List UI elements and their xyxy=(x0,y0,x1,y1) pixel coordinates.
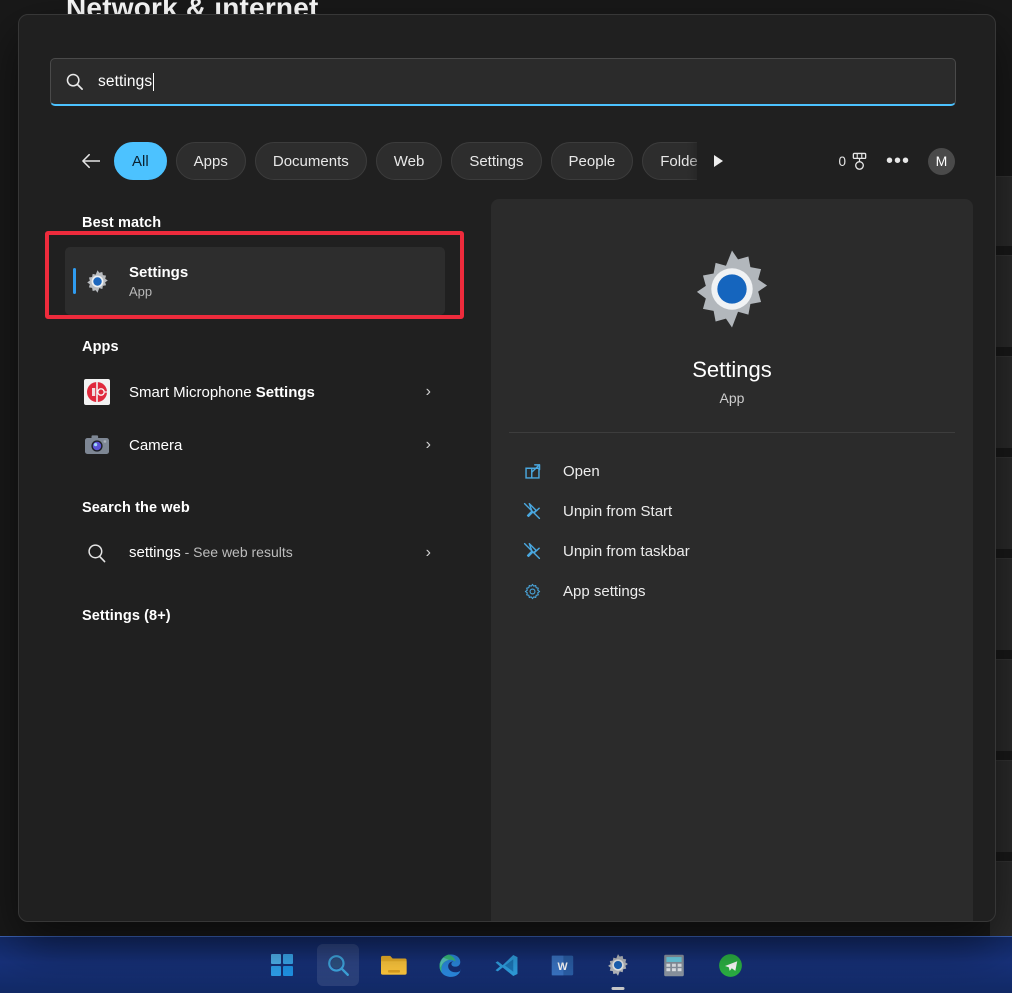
search-input[interactable]: settings xyxy=(98,73,152,91)
preview-action-open[interactable]: Open xyxy=(517,451,973,491)
chevron-right-icon[interactable]: › xyxy=(426,436,431,454)
preview-action-label: App settings xyxy=(563,582,646,600)
preview-action-unpin-from-taskbar[interactable]: Unpin from taskbar xyxy=(517,531,973,571)
chip-web[interactable]: Web xyxy=(375,142,443,180)
gear-icon xyxy=(517,582,547,601)
unpin-icon xyxy=(517,501,547,521)
result-title: Camera xyxy=(129,436,183,454)
taskbar-start-button[interactable] xyxy=(261,944,303,986)
web-search-text: settings - See web results xyxy=(129,544,426,562)
preview-action-label: Unpin from Start xyxy=(563,502,673,520)
preview-action-app-settings[interactable]: App settings xyxy=(517,571,973,611)
chip-documents[interactable]: Documents xyxy=(254,142,367,180)
windows-logo-icon xyxy=(271,954,293,976)
preview-action-unpin-from-start[interactable]: Unpin from Start xyxy=(517,491,973,531)
result-title-container: Smart Microphone Settings xyxy=(129,383,426,402)
section-header-best-match: Best match xyxy=(82,215,162,231)
smart-microphone-icon xyxy=(82,379,112,405)
preview-divider xyxy=(509,432,955,433)
best-match-title: Settings xyxy=(129,263,189,281)
preview-action-label: Unpin from taskbar xyxy=(563,542,690,560)
selection-indicator xyxy=(73,268,76,294)
rewards-button[interactable]: 0 xyxy=(838,152,868,171)
camera-icon xyxy=(82,433,112,457)
chip-apps[interactable]: Apps xyxy=(175,142,246,180)
taskbar-vscode-button[interactable] xyxy=(485,944,527,986)
settings-gear-icon xyxy=(82,268,112,295)
search-input-container[interactable]: settings xyxy=(50,58,956,106)
vscode-icon xyxy=(495,954,517,976)
search-flyout-panel: settings All Apps Documents Web Settings… xyxy=(18,14,996,922)
search-icon xyxy=(328,955,349,976)
back-arrow-icon[interactable] xyxy=(77,147,105,175)
search-filter-chips: All Apps Documents Web Settings People F… xyxy=(77,141,697,181)
result-title-prefix: Smart Microphone xyxy=(129,383,256,401)
chip-all[interactable]: All xyxy=(114,142,167,180)
taskbar-active-indicator xyxy=(611,987,625,990)
rewards-count: 0 xyxy=(838,153,846,169)
search-header-actions: 0 ••• M xyxy=(838,145,955,177)
result-title-match: Settings xyxy=(255,383,315,401)
best-match-settings-row[interactable]: Settings App xyxy=(65,247,445,315)
web-search-suffix: - See web results xyxy=(180,544,293,560)
web-search-icon xyxy=(82,542,112,564)
taskbar-edge-button[interactable] xyxy=(429,944,471,986)
svg-text:W: W xyxy=(557,960,568,972)
taskbar-search-button[interactable] xyxy=(317,944,359,986)
chevron-right-icon[interactable]: › xyxy=(426,383,431,401)
app-preview-pane: Settings App Open Unpin from Start Unpin… xyxy=(491,199,973,921)
telegram-icon xyxy=(718,953,742,977)
taskbar-word-button[interactable]: W xyxy=(541,944,583,986)
word-icon: W xyxy=(551,955,573,975)
taskbar-calculator-button[interactable] xyxy=(653,944,695,986)
avatar[interactable]: M xyxy=(928,147,955,175)
settings-gear-icon xyxy=(684,241,780,337)
result-row-smart-microphone-settings[interactable]: Smart Microphone Settings › xyxy=(65,363,445,421)
settings-gear-icon xyxy=(608,954,628,976)
text-caret xyxy=(153,72,155,91)
section-header-apps: Apps xyxy=(82,339,119,355)
chevron-right-icon[interactable]: › xyxy=(426,544,431,562)
play-triangle-icon xyxy=(714,155,723,167)
open-external-icon xyxy=(517,462,547,481)
web-search-query: settings xyxy=(129,544,181,561)
rewards-medal-icon xyxy=(852,152,867,170)
folder-icon xyxy=(381,955,407,975)
search-results-list: Best match Settings App Apps Smart Micro… xyxy=(19,199,491,921)
taskbar-settings-button[interactable] xyxy=(597,944,639,990)
unpin-icon xyxy=(517,541,547,561)
search-icon xyxy=(65,72,84,91)
edge-icon xyxy=(439,954,461,977)
taskbar: W xyxy=(0,936,1012,993)
result-title-container: Camera xyxy=(129,436,426,455)
preview-app-subtitle: App xyxy=(719,390,745,406)
best-match-text: Settings App xyxy=(129,263,445,300)
taskbar-file-explorer-button[interactable] xyxy=(373,944,415,986)
preview-app-title: Settings xyxy=(692,357,772,382)
result-row-camera[interactable]: Camera › xyxy=(65,416,445,474)
preview-actions-list: Open Unpin from Start Unpin from taskbar… xyxy=(491,451,973,611)
section-header-settings-count: Settings (8+) xyxy=(82,608,171,624)
result-row-web-search[interactable]: settings - See web results › xyxy=(65,524,445,582)
taskbar-telegram-button[interactable] xyxy=(709,944,751,986)
preview-action-label: Open xyxy=(563,462,600,480)
best-match-subtitle: App xyxy=(129,283,153,299)
more-options-icon[interactable]: ••• xyxy=(886,151,910,171)
chips-next-button[interactable] xyxy=(705,148,731,174)
calculator-icon xyxy=(664,954,684,976)
section-header-search-the-web: Search the web xyxy=(82,500,190,516)
chip-settings[interactable]: Settings xyxy=(451,142,542,180)
chip-people[interactable]: People xyxy=(550,142,634,180)
